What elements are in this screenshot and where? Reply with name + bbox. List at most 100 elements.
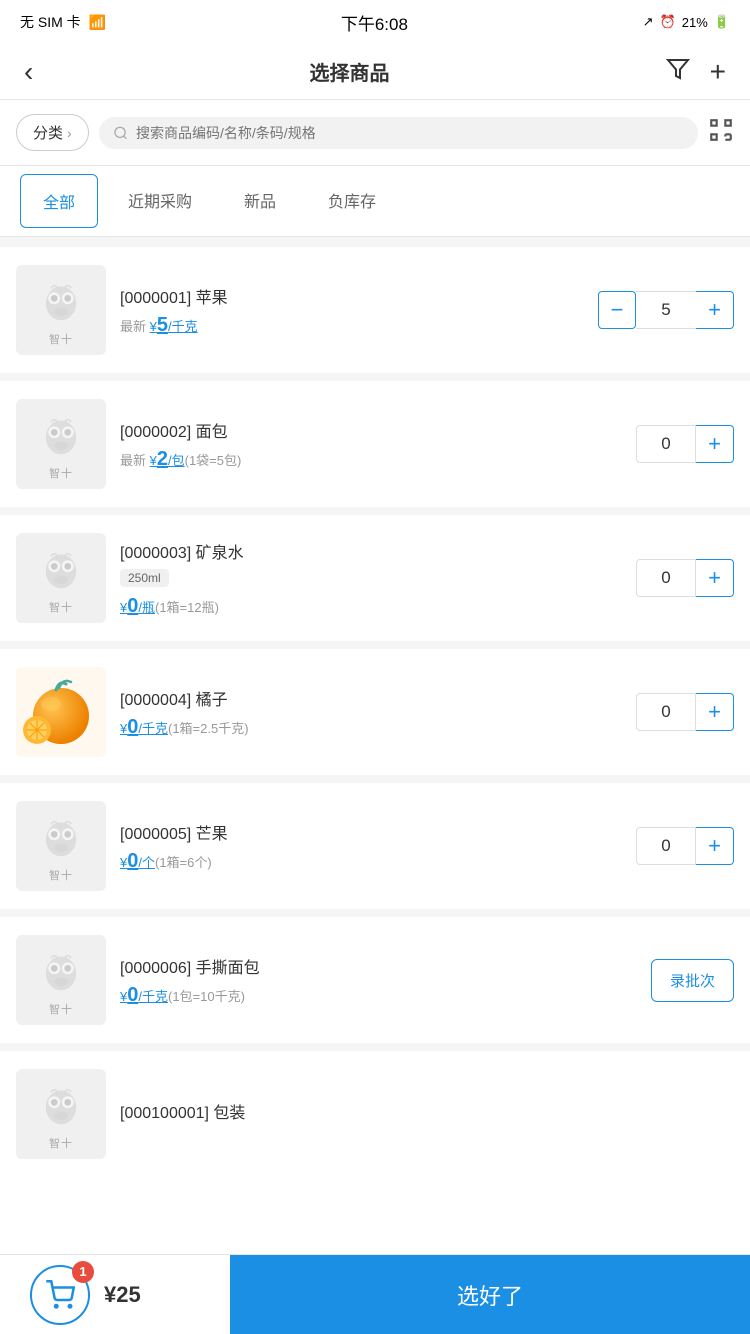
status-bar: 无 SIM 卡 📶 下午6:08 ↗ ⏰ 21% 🔋 — [0, 0, 750, 44]
product-price: ¥0/个(1箱=6个) — [120, 850, 622, 873]
product-item: 智十 [0000006] 手撕面包 ¥0/千克(1包=10千克) 录批次 — [0, 917, 750, 1051]
decrease-button[interactable]: − — [598, 291, 636, 329]
product-name: [000100001] 包装 — [120, 1099, 734, 1123]
owl-placeholder-icon — [34, 809, 88, 863]
product-item: 智十 [000100001] 包装 — [0, 1051, 750, 1259]
quantity-input[interactable] — [636, 827, 696, 865]
status-right: ↗ ⏰ 21% 🔋 — [643, 14, 730, 30]
increase-button[interactable]: + — [696, 827, 734, 865]
price-amount: 0 — [127, 716, 138, 738]
tab-new[interactable]: 新品 — [222, 174, 298, 228]
latest-label: 最新 — [120, 453, 150, 468]
price-unit: /瓶 — [138, 600, 155, 615]
carrier-label: 无 SIM 卡 — [20, 12, 81, 32]
product-price: ¥0/千克(1箱=2.5千克) — [120, 716, 622, 739]
product-price: ¥0/瓶(1箱=12瓶) — [120, 595, 622, 618]
product-item: 智十 [0000002] 面包 最新 ¥2/包(1袋=5包) + — [0, 381, 750, 515]
cart-icon — [45, 1280, 75, 1310]
nav-left: ‹ — [24, 56, 33, 88]
product-item: 智十 [0000005] 芒果 ¥0/个(1箱=6个) + — [0, 783, 750, 917]
tab-negative[interactable]: 负库存 — [306, 174, 398, 228]
search-box[interactable] — [99, 117, 698, 149]
nav-right: + — [666, 56, 726, 88]
filter-button[interactable] — [666, 57, 690, 87]
price-amount: 5 — [157, 314, 168, 336]
tab-all[interactable]: 全部 — [20, 174, 98, 228]
status-time: 下午6:08 — [341, 10, 408, 35]
back-button[interactable]: ‹ — [24, 56, 33, 88]
product-name: [0000003] 矿泉水 — [120, 539, 622, 563]
product-thumbnail: 智十 — [16, 533, 106, 623]
quantity-input[interactable] — [636, 291, 696, 329]
brand-label: 智十 — [49, 465, 73, 481]
scan-button[interactable] — [708, 117, 734, 149]
scan-icon — [708, 117, 734, 143]
price-unit: /千克 — [168, 319, 198, 334]
increase-button[interactable]: + — [696, 425, 734, 463]
owl-placeholder-icon — [34, 541, 88, 595]
product-list: 智十 [0000001] 苹果 最新 ¥5/千克 − + — [0, 247, 750, 1259]
category-button[interactable]: 分类 › — [16, 114, 89, 151]
bottom-bar: 1 ¥25 选好了 — [0, 1254, 750, 1334]
product-name: [0000004] 橘子 — [120, 686, 622, 710]
product-price: ¥0/千克(1包=10千克) — [120, 984, 637, 1007]
price-amount: 0 — [127, 595, 138, 617]
price-amount: 0 — [127, 850, 138, 872]
orange-fruit-icon — [21, 672, 101, 752]
batch-button[interactable]: 录批次 — [651, 959, 734, 1002]
quantity-input[interactable] — [636, 559, 696, 597]
nav-bar: ‹ 选择商品 + — [0, 44, 750, 100]
product-item: 智十 [0000001] 苹果 最新 ¥5/千克 − + — [0, 247, 750, 381]
search-icon — [113, 125, 128, 141]
product-thumbnail: 智十 — [16, 399, 106, 489]
price-extra: (1包=10千克) — [168, 989, 245, 1004]
owl-placeholder-icon — [34, 943, 88, 997]
confirm-button[interactable]: 选好了 — [230, 1255, 750, 1334]
price-unit: /包 — [168, 453, 185, 468]
cart-area: 1 ¥25 — [0, 1265, 230, 1325]
quantity-control: + — [636, 827, 734, 865]
brand-label: 智十 — [49, 331, 73, 347]
price-unit: /千克 — [138, 989, 168, 1004]
quantity-control: + — [636, 693, 734, 731]
cart-button[interactable]: 1 — [30, 1265, 90, 1325]
cart-total: ¥25 — [104, 1282, 141, 1308]
increase-button[interactable]: + — [696, 559, 734, 597]
quantity-control: + — [636, 425, 734, 463]
tabs-bar: 全部 近期采购 新品 负库存 — [0, 166, 750, 237]
filter-bar: 分类 › — [0, 100, 750, 166]
brand-label: 智十 — [49, 599, 73, 615]
battery-label: 21% — [682, 15, 708, 30]
product-info: [0000002] 面包 最新 ¥2/包(1袋=5包) — [120, 418, 622, 471]
increase-button[interactable]: + — [696, 291, 734, 329]
product-info: [0000005] 芒果 ¥0/个(1箱=6个) — [120, 820, 622, 873]
increase-button[interactable]: + — [696, 693, 734, 731]
product-name: [0000002] 面包 — [120, 418, 622, 442]
location-icon: ↗ — [643, 14, 654, 30]
price-extra: (1箱=12瓶) — [155, 600, 219, 615]
price-amount: 0 — [127, 984, 138, 1006]
brand-label: 智十 — [49, 1135, 73, 1151]
product-name: [0000006] 手撕面包 — [120, 954, 637, 978]
tab-recent[interactable]: 近期采购 — [106, 174, 214, 228]
cart-badge: 1 — [72, 1261, 94, 1283]
quantity-control: − + — [598, 291, 734, 329]
search-input[interactable] — [136, 125, 684, 141]
quantity-input[interactable] — [636, 693, 696, 731]
owl-placeholder-icon — [34, 407, 88, 461]
price-unit: /千克 — [138, 721, 168, 736]
product-thumbnail: 智十 — [16, 265, 106, 355]
product-item: [0000004] 橘子 ¥0/千克(1箱=2.5千克) + — [0, 649, 750, 783]
price-unit: /个 — [138, 855, 155, 870]
page-title: 选择商品 — [309, 57, 389, 86]
battery-icon: 🔋 — [714, 14, 730, 30]
price-amount: 2 — [157, 448, 168, 470]
latest-label: 最新 — [120, 319, 150, 334]
product-item: 智十 [0000003] 矿泉水 250ml ¥0/瓶(1箱=12瓶) + — [0, 515, 750, 649]
spec-tag: 250ml — [120, 569, 169, 587]
quantity-input[interactable] — [636, 425, 696, 463]
product-name: [0000001] 苹果 — [120, 284, 584, 308]
add-button[interactable]: + — [710, 56, 726, 88]
product-thumbnail: 智十 — [16, 801, 106, 891]
brand-label: 智十 — [49, 867, 73, 883]
